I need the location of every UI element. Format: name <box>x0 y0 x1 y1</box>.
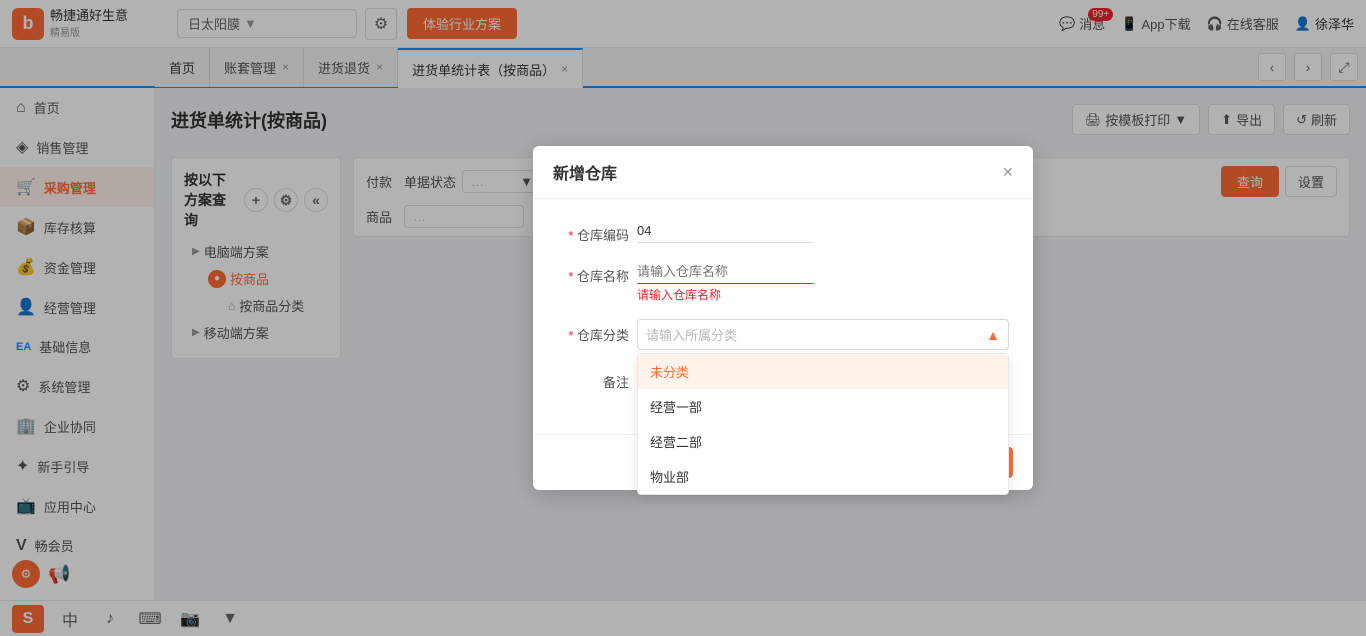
warehouse-name-input[interactable] <box>637 260 813 284</box>
category-dropdown-wrap: 请输入所属分类 ▲ 未分类 经营一部 经营二部 物业部 <box>637 319 1009 350</box>
category-dropdown-menu: 未分类 经营一部 经营二部 物业部 <box>637 353 1009 495</box>
note-label: 备注 <box>557 366 637 391</box>
name-label: 仓库名称 <box>557 260 637 285</box>
dropdown-item-ops1[interactable]: 经营一部 <box>638 389 1008 424</box>
warehouse-category-row: 仓库分类 请输入所属分类 ▲ 未分类 经营一部 经营二部 物业部 <box>557 319 1009 350</box>
modal-title: 新增仓库 <box>553 160 617 184</box>
modal-body: 仓库编码 仓库名称 请输入仓库名称 仓库分类 请输入所属分类 ▲ <box>533 199 1033 434</box>
name-error-msg: 请输入仓库名称 <box>637 286 1009 303</box>
category-placeholder: 请输入所属分类 <box>646 325 737 344</box>
modal-close-button[interactable]: × <box>1002 162 1013 183</box>
code-input-wrap <box>637 219 1009 243</box>
code-label: 仓库编码 <box>557 219 637 244</box>
chevron-up-icon: ▲ <box>986 327 1000 343</box>
modal-header: 新增仓库 × <box>533 146 1033 199</box>
category-label: 仓库分类 <box>557 319 637 344</box>
warehouse-name-row: 仓库名称 请输入仓库名称 <box>557 260 1009 303</box>
dropdown-item-unclassified[interactable]: 未分类 <box>638 354 1008 389</box>
name-input-wrap: 请输入仓库名称 <box>637 260 1009 303</box>
new-warehouse-modal: 新增仓库 × 仓库编码 仓库名称 请输入仓库名称 仓库分类 请输入所属分类 ▲ <box>533 146 1033 490</box>
category-dropdown-input[interactable]: 请输入所属分类 ▲ <box>637 319 1009 350</box>
warehouse-code-input[interactable] <box>637 219 813 243</box>
dropdown-item-ops2[interactable]: 经营二部 <box>638 424 1008 459</box>
dropdown-item-property[interactable]: 物业部 <box>638 459 1008 494</box>
warehouse-code-row: 仓库编码 <box>557 219 1009 244</box>
